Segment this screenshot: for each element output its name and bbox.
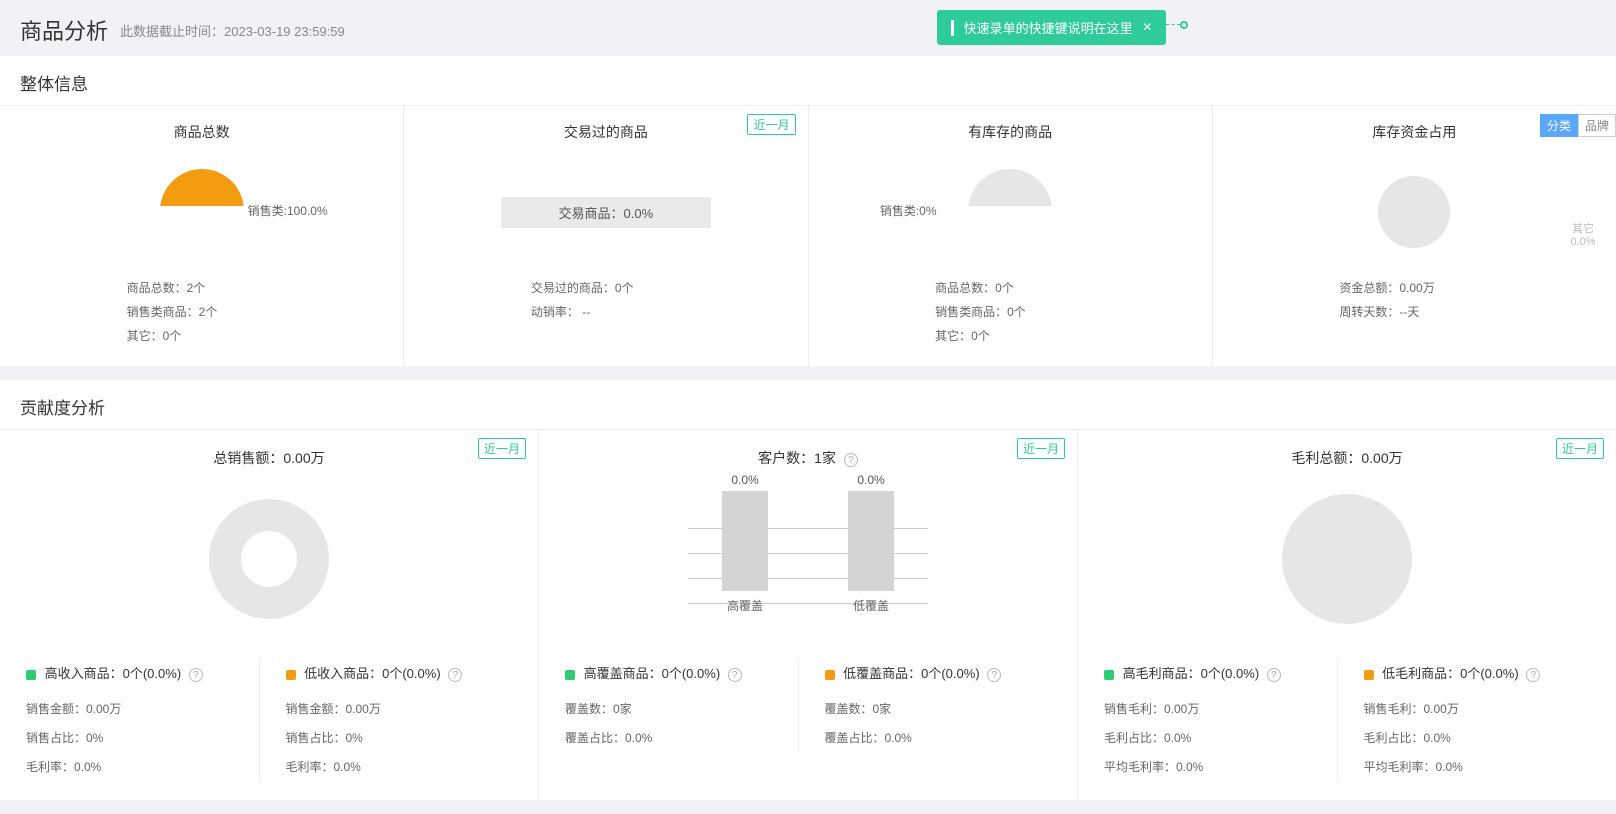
card-stocked-products: 有库存的商品 销售类:0% 商品总数：0个 销售类商品：0个 其它：0个	[809, 106, 1213, 366]
data-cutoff-timestamp: 此数据截止时间：2023-03-19 23:59:59	[120, 21, 345, 40]
high-coverage-head: 高覆盖商品：0个(0.0%) ?	[565, 658, 798, 689]
stat-row: 覆盖占比：0.0%	[825, 724, 1058, 753]
stat-row: 商品总数：0个	[935, 276, 1085, 300]
stat-row: 销售占比：0%	[26, 724, 259, 753]
stat-row: 覆盖数：0家	[825, 695, 1058, 724]
card-title: 有库存的商品	[819, 122, 1202, 142]
stats-list: 商品总数：0个 销售类商品：0个 其它：0个	[935, 276, 1085, 348]
stat-row: 销售金额：0.00万	[26, 695, 259, 724]
capital-toggle[interactable]: 分类 品牌	[1540, 114, 1616, 137]
card-total-products: 商品总数 销售类:100.0% 商品总数：2个 销售类商品：2个 其它：0个	[0, 106, 404, 366]
stat-row: 周转天数：--天	[1339, 300, 1489, 324]
stocked-gauge: 销售类:0%	[819, 162, 1202, 262]
card-title: 商品总数	[10, 122, 393, 142]
card-capital: 分类 品牌 库存资金占用 其它 0.0% 资金总额：0.00万 周转天数：--天	[1213, 106, 1616, 366]
stat-row: 毛利占比：0.0%	[1104, 724, 1337, 753]
stat-row: 销售金额：0.00万	[286, 695, 519, 724]
coverage-breakdown: 高覆盖商品：0个(0.0%) ? 覆盖数：0家 覆盖占比：0.0% 低覆盖商品：…	[559, 658, 1057, 753]
high-gross-head: 高毛利商品：0个(0.0%) ?	[1104, 658, 1337, 689]
stat-row: 毛利占比：0.0%	[1364, 724, 1597, 753]
help-icon[interactable]: ?	[448, 668, 462, 682]
stats-list: 交易过的商品：0个 动销率： --	[531, 276, 681, 324]
stat-row: 动销率： --	[531, 300, 681, 324]
close-icon[interactable]: ×	[1143, 20, 1152, 36]
help-icon[interactable]: ?	[987, 668, 1001, 682]
gross-pie	[1098, 484, 1596, 634]
tag-last-month[interactable]: 近一月	[478, 438, 526, 459]
stat-row: 销售毛利：0.00万	[1364, 695, 1597, 724]
stat-row: 销售类商品：2个	[127, 300, 277, 324]
capital-donut: 其它 0.0%	[1223, 162, 1606, 262]
stat-row: 覆盖数：0家	[565, 695, 798, 724]
sales-breakdown: 高收入商品：0个(0.0%) ? 销售金额：0.00万 销售占比：0% 毛利率：…	[20, 658, 518, 782]
card-traded-products: 近一月 交易过的商品 交易商品：0.0% 交易过的商品：0个 动销率： --	[404, 106, 808, 366]
overall-panel: 整体信息 商品总数 销售类:100.0% 商品总数：2个 销售类商品：2个 其它…	[0, 56, 1616, 366]
stat-row: 交易过的商品：0个	[531, 276, 681, 300]
legend-dot-icon	[1104, 670, 1114, 680]
donut-label: 其它 0.0%	[1560, 220, 1606, 248]
high-income-head: 高收入商品：0个(0.0%) ?	[26, 658, 259, 689]
card-title: 总销售额：0.00万	[20, 448, 518, 468]
stat-row: 平均毛利率：0.0%	[1104, 753, 1337, 782]
legend-dot-icon	[565, 670, 575, 680]
total-products-gauge: 销售类:100.0%	[10, 162, 393, 262]
notice-text: 快速录单的快捷键说明在这里	[964, 18, 1133, 37]
legend-dot-icon	[825, 670, 835, 680]
coverage-bar-chart: 0.0% 高覆盖 0.0% 低覆盖	[559, 484, 1057, 634]
card-title: 毛利总额：0.00万	[1098, 448, 1596, 468]
bar-high-coverage: 0.0% 高覆盖	[722, 473, 768, 614]
stats-list: 商品总数：2个 销售类商品：2个 其它：0个	[127, 276, 277, 348]
contribution-panel: 贡献度分析 近一月 总销售额：0.00万 高收入商品：0个(0.0%) ?	[0, 380, 1616, 800]
stat-row: 其它：0个	[127, 324, 277, 348]
stats-list: 资金总额：0.00万 周转天数：--天	[1339, 276, 1489, 324]
stat-row: 毛利率：0.0%	[26, 753, 259, 782]
stat-row: 平均毛利率：0.0%	[1364, 753, 1597, 782]
page-header: 商品分析 此数据截止时间：2023-03-19 23:59:59 快速录单的快捷…	[0, 0, 1616, 56]
bar-low-coverage: 0.0% 低覆盖	[848, 473, 894, 614]
help-icon[interactable]: ?	[1526, 668, 1540, 682]
gross-breakdown: 高毛利商品：0个(0.0%) ? 销售毛利：0.00万 毛利占比：0.0% 平均…	[1098, 658, 1596, 782]
help-icon[interactable]: ?	[728, 668, 742, 682]
low-coverage-head: 低覆盖商品：0个(0.0%) ?	[825, 658, 1058, 689]
card-title: 客户数：1家 ?	[559, 448, 1057, 468]
low-income-head: 低收入商品：0个(0.0%) ?	[286, 658, 519, 689]
toggle-category[interactable]: 分类	[1540, 114, 1578, 137]
low-gross-head: 低毛利商品：0个(0.0%) ?	[1364, 658, 1597, 689]
tag-last-month[interactable]: 近一月	[1017, 438, 1065, 459]
help-icon[interactable]: ?	[189, 668, 203, 682]
stat-row: 资金总额：0.00万	[1339, 276, 1489, 300]
card-title: 交易过的商品	[414, 122, 797, 142]
gauge-label: 销售类:100.0%	[248, 202, 328, 219]
tag-last-month[interactable]: 近一月	[1556, 438, 1604, 459]
legend-dot-icon	[286, 670, 296, 680]
toggle-brand[interactable]: 品牌	[1578, 114, 1616, 137]
contribution-section-title: 贡献度分析	[0, 380, 1616, 430]
stat-row: 其它：0个	[935, 324, 1085, 348]
stat-row: 销售占比：0%	[286, 724, 519, 753]
stat-row: 商品总数：2个	[127, 276, 277, 300]
gauge-label: 销售类:0%	[880, 202, 937, 219]
stat-row: 销售毛利：0.00万	[1104, 695, 1337, 724]
legend-dot-icon	[26, 670, 36, 680]
traded-bar-value: 交易商品：0.0%	[501, 197, 711, 228]
card-gross-profit: 近一月 毛利总额：0.00万 高毛利商品：0个(0.0%) ? 销售毛利：0.0…	[1078, 430, 1616, 800]
stat-row: 销售类商品：0个	[935, 300, 1085, 324]
tag-last-month[interactable]: 近一月	[747, 114, 795, 135]
help-icon[interactable]: ?	[844, 453, 858, 467]
overall-section-title: 整体信息	[0, 56, 1616, 106]
stat-row: 毛利率：0.0%	[286, 753, 519, 782]
legend-dot-icon	[1364, 670, 1374, 680]
shortcut-notice[interactable]: 快速录单的快捷键说明在这里 ×	[937, 10, 1166, 45]
traded-bar-chart: 交易商品：0.0%	[414, 162, 797, 262]
notice-connector-dot	[1180, 21, 1188, 29]
help-icon[interactable]: ?	[1267, 668, 1281, 682]
sales-donut	[20, 484, 518, 634]
notice-connector-line	[1166, 24, 1180, 25]
card-total-sales: 近一月 总销售额：0.00万 高收入商品：0个(0.0%) ? 销售金额：0.0…	[0, 430, 539, 800]
card-customers: 近一月 客户数：1家 ? 0.0% 高覆盖 0.0%	[539, 430, 1078, 800]
stat-row: 覆盖占比：0.0%	[565, 724, 798, 753]
notice-accent-bar	[951, 20, 954, 36]
page-title: 商品分析	[20, 14, 108, 46]
